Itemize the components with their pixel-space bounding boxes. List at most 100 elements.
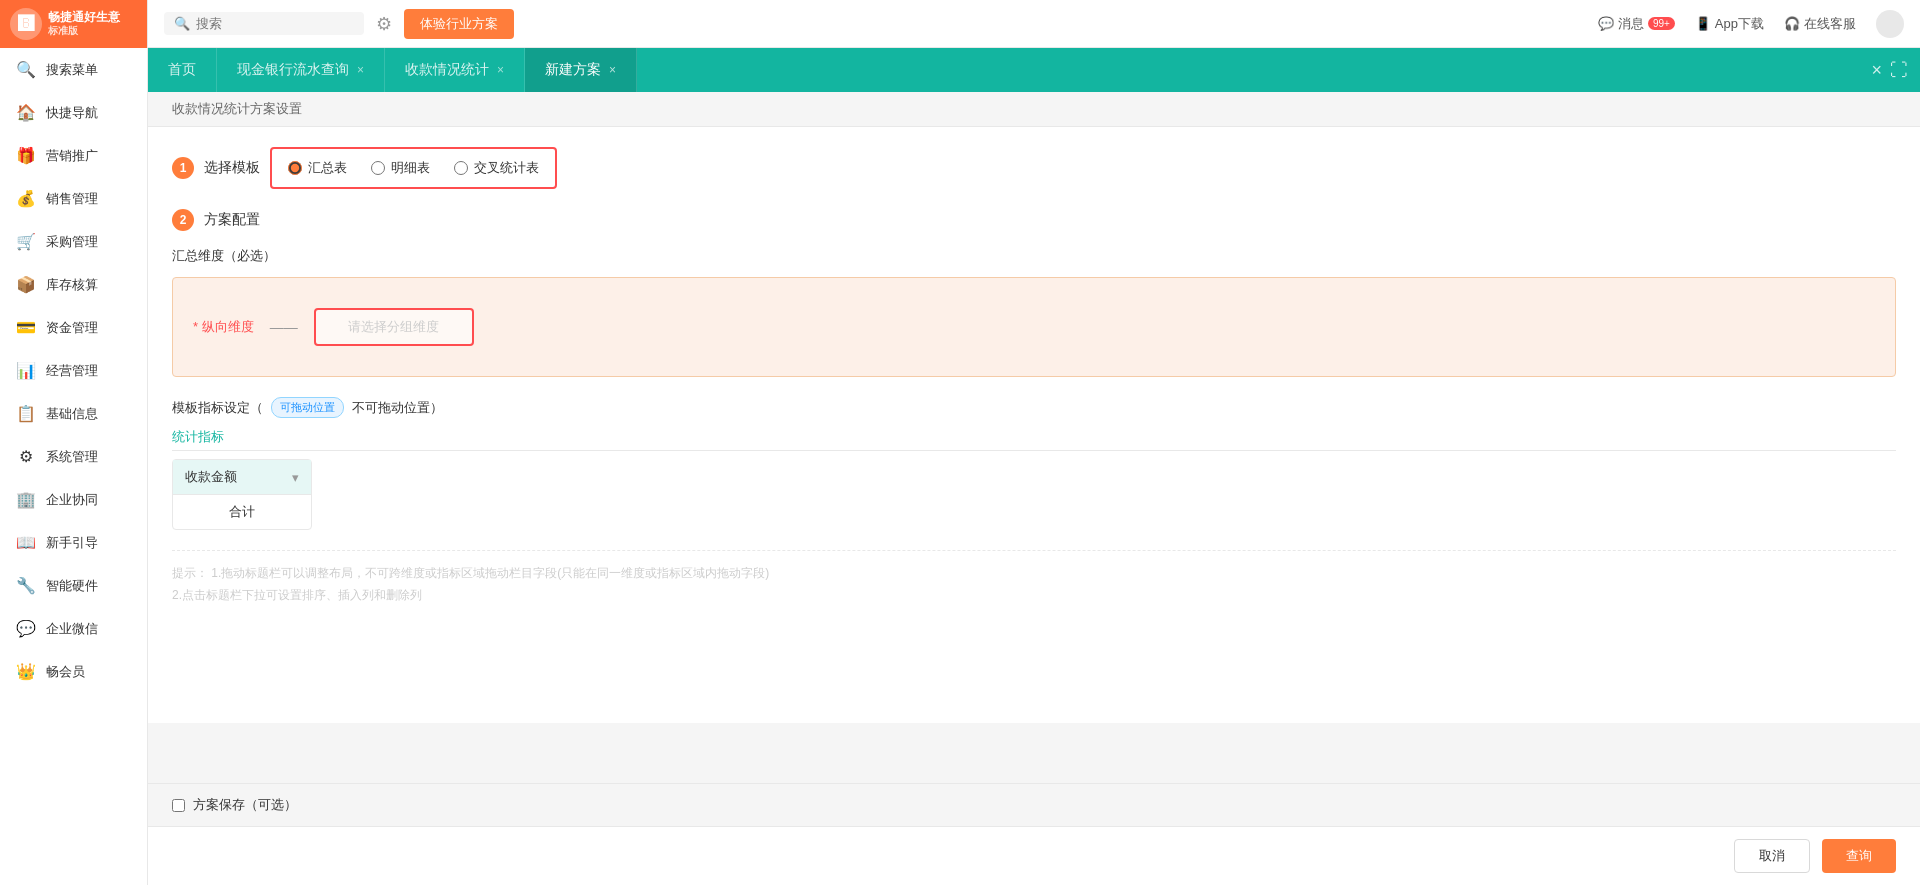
page-body: 1 选择模板 汇总表 明细表 交叉统计表 [148, 127, 1920, 723]
sidebar-logo: 🅱 畅捷通好生意 标准版 [0, 0, 147, 48]
save-checkbox[interactable] [172, 799, 185, 812]
online-support-btn[interactable]: 🎧 在线客服 [1784, 15, 1856, 33]
maximize-icon[interactable]: ⛶ [1890, 60, 1908, 81]
sidebar-item-system[interactable]: ⚙ 系统管理 [0, 435, 147, 478]
logo-icon: 🅱 [10, 8, 42, 40]
search-input[interactable] [196, 16, 336, 31]
notifications-badge: 99+ [1648, 17, 1675, 30]
sidebar-item-sales[interactable]: 💰 销售管理 [0, 177, 147, 220]
tabs-bar: 首页 现金银行流水查询 × 收款情况统计 × 新建方案 × × ⛶ [148, 48, 1920, 92]
tab-home[interactable]: 首页 [148, 48, 217, 92]
tab-bank-flow-label: 现金银行流水查询 [237, 61, 349, 79]
sidebar-item-label: 快捷导航 [46, 104, 98, 122]
sidebar-item-label: 畅会员 [46, 663, 85, 681]
save-checkbox-label[interactable]: 方案保存（可选） [193, 796, 297, 814]
draggable-badge: 可拖动位置 [271, 397, 344, 418]
logo-text-block: 畅捷通好生意 标准版 [48, 10, 120, 38]
sidebar-item-search-menu[interactable]: 🔍 搜索菜单 [0, 48, 147, 91]
money-icon: 💰 [16, 189, 36, 208]
tab-home-label: 首页 [168, 61, 196, 79]
app-download-btn[interactable]: 📱 App下载 [1695, 15, 1764, 33]
sidebar-item-label: 基础信息 [46, 405, 98, 423]
radio-cross[interactable] [454, 161, 468, 175]
doc-icon: 📋 [16, 404, 36, 423]
metrics-dropdown-icon[interactable]: ▾ [292, 470, 299, 485]
sidebar-nav: 🔍 搜索菜单 🏠 快捷导航 🎁 营销推广 💰 销售管理 🛒 采购管理 📦 库存核… [0, 48, 147, 885]
template-option-cross[interactable]: 交叉统计表 [454, 159, 539, 177]
cancel-button[interactable]: 取消 [1734, 839, 1810, 873]
sidebar-item-enterprise-wechat[interactable]: 💬 企业微信 [0, 607, 147, 650]
tab-bank-flow[interactable]: 现金银行流水查询 × [217, 48, 385, 92]
tips-section: 提示： 1.拖动标题栏可以调整布局，不可跨维度或指标区域拖动栏目字段(只能在同一… [172, 550, 1896, 618]
tab-new-plan-label: 新建方案 [545, 61, 601, 79]
metrics-table-header: 收款金额 ▾ [173, 460, 311, 495]
tips-line1: 提示： 1.拖动标题栏可以调整布局，不可跨维度或指标区域拖动栏目字段(只能在同一… [172, 563, 1896, 585]
sidebar-item-member[interactable]: 👑 畅会员 [0, 650, 147, 693]
template-options: 汇总表 明细表 交叉统计表 [270, 147, 557, 189]
sidebar-item-finance[interactable]: 💳 资金管理 [0, 306, 147, 349]
template-option-detail[interactable]: 明细表 [371, 159, 430, 177]
template-option-summary[interactable]: 汇总表 [288, 159, 347, 177]
cart-icon: 🛒 [16, 232, 36, 251]
radio-summary[interactable] [288, 161, 302, 175]
step2-number: 2 [172, 209, 194, 231]
bottom-actions: 取消 查询 [148, 826, 1920, 885]
dimension-arrow: —— [270, 319, 298, 335]
sidebar-item-label: 系统管理 [46, 448, 98, 466]
gift-icon: 🎁 [16, 146, 36, 165]
tab-collection-stats-close[interactable]: × [497, 63, 504, 77]
chat-icon: 💬 [16, 619, 36, 638]
gear-icon: ⚙ [16, 447, 36, 466]
tab-new-plan-close[interactable]: × [609, 63, 616, 77]
sidebar-item-inventory[interactable]: 📦 库存核算 [0, 263, 147, 306]
app-download-label: App下载 [1715, 15, 1764, 33]
sidebar-item-label: 销售管理 [46, 190, 98, 208]
sidebar-item-label: 经营管理 [46, 362, 98, 380]
logo-sub: 标准版 [48, 24, 120, 38]
top-header: 🔍 ⚙ 体验行业方案 💬 消息 99+ 📱 App下载 🎧 在线客服 [148, 0, 1920, 48]
home-icon: 🏠 [16, 103, 36, 122]
non-draggable-badge: 不可拖动位置） [352, 399, 443, 417]
page-footer: 方案保存（可选） [148, 783, 1920, 826]
sidebar-item-enterprise-collab[interactable]: 🏢 企业协同 [0, 478, 147, 521]
sidebar-item-basic-info[interactable]: 📋 基础信息 [0, 392, 147, 435]
chart-icon: 📊 [16, 361, 36, 380]
sidebar-item-beginner[interactable]: 📖 新手引导 [0, 521, 147, 564]
building-icon: 🏢 [16, 490, 36, 509]
card-icon: 💳 [16, 318, 36, 337]
book-icon: 📖 [16, 533, 36, 552]
tab-collection-stats[interactable]: 收款情况统计 × [385, 48, 525, 92]
crown-icon: 👑 [16, 662, 36, 681]
vertical-dimension-label: * 纵向维度 [193, 318, 254, 336]
breadcrumb-text: 收款情况统计方案设置 [172, 101, 302, 116]
radio-detail[interactable] [371, 161, 385, 175]
sidebar: 🅱 畅捷通好生意 标准版 🔍 搜索菜单 🏠 快捷导航 🎁 营销推广 💰 销售管理… [0, 0, 148, 885]
download-icon: 📱 [1695, 16, 1711, 31]
step2-title: 方案配置 [204, 211, 260, 229]
sidebar-item-quick-nav[interactable]: 🏠 快捷导航 [0, 91, 147, 134]
dimension-area: * 纵向维度 —— 请选择分组维度 [172, 277, 1896, 377]
tab-new-plan[interactable]: 新建方案 × [525, 48, 637, 92]
sidebar-item-label: 库存核算 [46, 276, 98, 294]
sidebar-item-marketing[interactable]: 🎁 营销推广 [0, 134, 147, 177]
industry-btn[interactable]: 体验行业方案 [404, 9, 514, 39]
dimension-placeholder[interactable]: 请选择分组维度 [314, 308, 474, 346]
minimize-icon[interactable]: × [1871, 60, 1882, 81]
tabs-actions: × ⛶ [1871, 60, 1920, 81]
metrics-table: 收款金额 ▾ 合计 [172, 459, 312, 530]
sidebar-item-label: 营销推广 [46, 147, 98, 165]
notifications-btn[interactable]: 💬 消息 99+ [1598, 15, 1675, 33]
settings-icon[interactable]: ⚙ [376, 13, 392, 35]
query-button[interactable]: 查询 [1822, 839, 1896, 873]
sidebar-item-operations[interactable]: 📊 经营管理 [0, 349, 147, 392]
step1-title: 选择模板 [204, 159, 260, 177]
sidebar-item-label: 新手引导 [46, 534, 98, 552]
step1-header: 1 选择模板 汇总表 明细表 交叉统计表 [172, 147, 1896, 189]
sidebar-item-label: 采购管理 [46, 233, 98, 251]
user-avatar[interactable] [1876, 10, 1904, 38]
sidebar-item-smart-hw[interactable]: 🔧 智能硬件 [0, 564, 147, 607]
tab-bank-flow-close[interactable]: × [357, 63, 364, 77]
sidebar-item-purchase[interactable]: 🛒 采购管理 [0, 220, 147, 263]
search-box[interactable]: 🔍 [164, 12, 364, 35]
metrics-indicators-label: 统计指标 [172, 428, 1896, 451]
